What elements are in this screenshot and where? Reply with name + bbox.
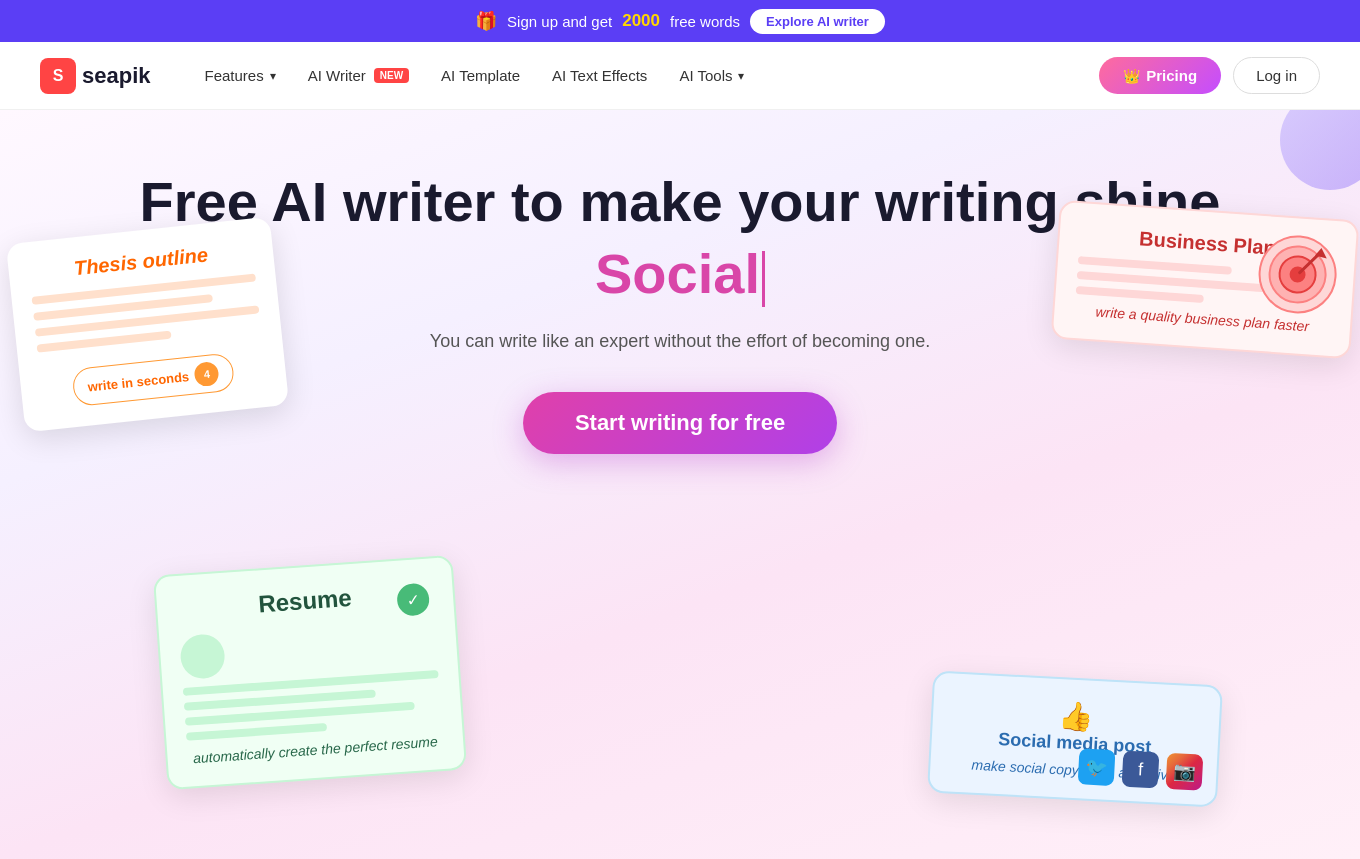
- twitter-icon: 🐦: [1078, 748, 1116, 786]
- business-note: write a quality business plan faster: [1074, 302, 1330, 336]
- gift-icon: 🎁: [475, 10, 497, 32]
- thesis-line-2: [33, 294, 213, 321]
- thesis-card-title: Thesis outline: [28, 239, 254, 285]
- nav-ai-writer[interactable]: AI Writer NEW: [294, 59, 423, 92]
- thesis-btn-label: write in seconds: [87, 368, 190, 394]
- logo-icon: S: [40, 58, 76, 94]
- nav-ai-tools[interactable]: AI Tools ▾: [665, 59, 758, 92]
- target-icon: [1255, 232, 1340, 317]
- top-banner: 🎁 Sign up and get 2000 free words Explor…: [0, 0, 1360, 42]
- resume-avatar: [179, 633, 226, 680]
- thesis-line-1: [31, 273, 256, 304]
- like-icon: 👍: [952, 694, 1199, 740]
- instagram-icon: 📷: [1166, 753, 1204, 791]
- ai-tools-chevron-icon: ▾: [738, 69, 744, 83]
- cursor-blink: [762, 251, 765, 307]
- resume-lines: [183, 670, 442, 741]
- nav-links: Features ▾ AI Writer NEW AI Template AI …: [191, 59, 1100, 92]
- features-chevron-icon: ▾: [270, 69, 276, 83]
- nav-ai-template[interactable]: AI Template: [427, 59, 534, 92]
- card-thesis: Thesis outline write in seconds 4: [6, 217, 289, 433]
- business-lines: [1076, 256, 1334, 312]
- banner-text-before: Sign up and get: [507, 13, 612, 30]
- thesis-write-btn: write in seconds 4: [71, 352, 236, 407]
- explore-ai-writer-button[interactable]: Explore AI writer: [750, 9, 885, 34]
- svg-marker-5: [1315, 248, 1328, 259]
- pricing-button[interactable]: 👑 Pricing: [1099, 57, 1221, 94]
- logo-link[interactable]: S seapik: [40, 58, 151, 94]
- social-card-title: Social media post: [951, 727, 1198, 761]
- ai-writer-new-badge: NEW: [374, 68, 409, 83]
- social-icons-row: 🐦 f 📷: [1078, 748, 1204, 790]
- svg-line-4: [1300, 253, 1319, 274]
- nav-right: 👑 Pricing Log in: [1099, 57, 1320, 94]
- start-writing-button[interactable]: Start writing for free: [523, 392, 837, 454]
- crown-icon: 👑: [1123, 68, 1140, 84]
- navbar: S seapik Features ▾ AI Writer NEW AI Tem…: [0, 42, 1360, 110]
- hero-title: Free AI writer to make your writing shin…: [140, 170, 1221, 234]
- nav-features[interactable]: Features ▾: [191, 59, 290, 92]
- hero-section: Free AI writer to make your writing shin…: [0, 110, 1360, 859]
- card-resume: ✓ Resume automatically create the perfec…: [153, 555, 467, 790]
- banner-text-after: free words: [670, 13, 740, 30]
- resume-check-icon: ✓: [396, 583, 430, 617]
- resume-card-title: Resume: [176, 578, 433, 624]
- logo-text: seapik: [82, 63, 151, 89]
- card-social: 👍 Social media post make social copy mor…: [927, 670, 1223, 807]
- thesis-line-3: [35, 305, 260, 336]
- hero-description: You can write like an expert without the…: [430, 331, 930, 352]
- resume-note: automatically create the perfect resume: [187, 733, 443, 767]
- login-button[interactable]: Log in: [1233, 57, 1320, 94]
- facebook-icon: f: [1122, 751, 1160, 789]
- thesis-line-4: [37, 331, 172, 353]
- hero-animated-text: Social: [595, 242, 765, 306]
- thesis-badge: 4: [194, 361, 220, 387]
- svg-point-3: [1289, 266, 1306, 283]
- svg-point-2: [1278, 255, 1316, 293]
- deco-circle: [1280, 110, 1360, 190]
- nav-ai-text-effects[interactable]: AI Text Effects: [538, 59, 661, 92]
- social-note: make social copy more attractive: [950, 756, 1197, 785]
- svg-point-0: [1257, 234, 1338, 315]
- svg-point-1: [1268, 245, 1328, 305]
- banner-highlight: 2000: [622, 11, 660, 31]
